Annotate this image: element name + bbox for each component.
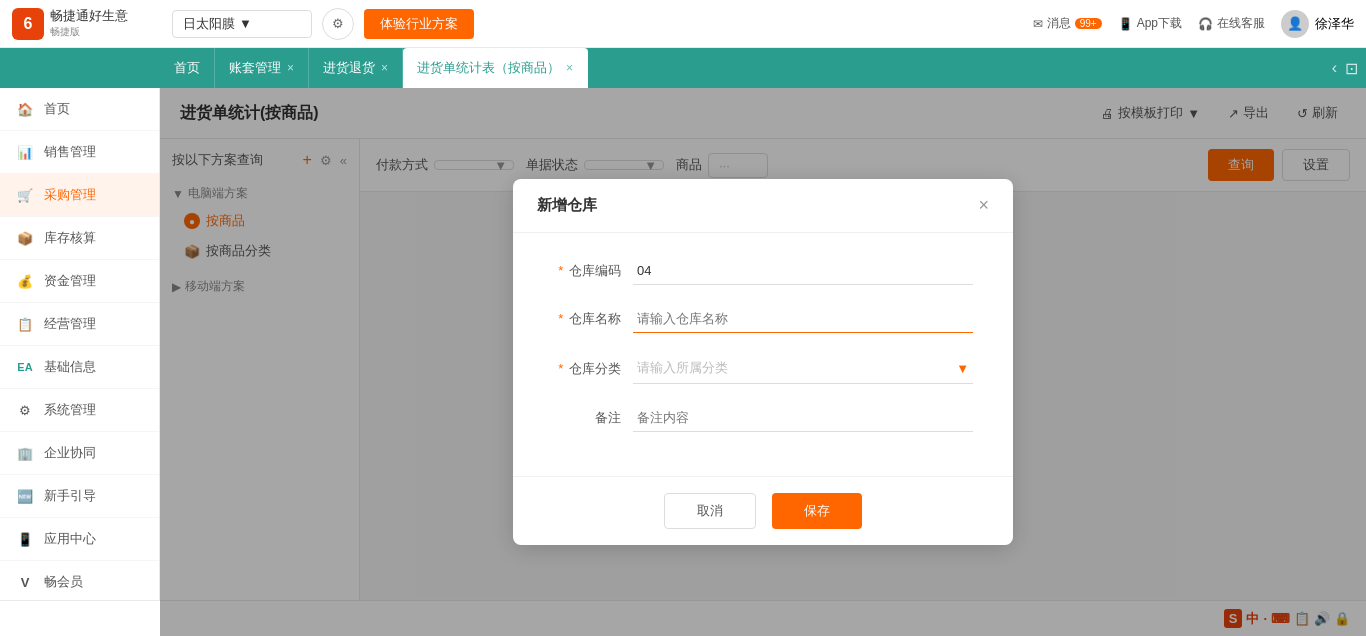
modal-field-code: * 仓库编码 <box>553 257 973 285</box>
app-sub: 畅捷版 <box>50 25 128 39</box>
modal-new-warehouse: 新增仓库 × * 仓库编码 * <box>513 179 1013 545</box>
modal-footer: 取消 保存 <box>513 476 1013 545</box>
sidebar-item-finance[interactable]: 💰 资金管理 <box>0 260 159 303</box>
sidebar-item-purchase[interactable]: 🛒 采购管理 <box>0 174 159 217</box>
main-layout: 🏠 首页 📊 销售管理 🛒 采购管理 📦 库存核算 💰 资金管理 📋 经营管理 … <box>0 88 1366 636</box>
tab-bar-actions: ‹ ⊡ <box>1332 59 1366 78</box>
store-selector[interactable]: 日太阳膜 ▼ <box>172 10 312 38</box>
warehouse-code-input[interactable] <box>633 257 973 285</box>
modal-label-name: * 仓库名称 <box>553 310 633 328</box>
online-service-label: 在线客服 <box>1217 15 1265 32</box>
inventory-icon: 📦 <box>16 229 34 247</box>
top-header: 6 畅捷通好生意 畅捷版 日太阳膜 ▼ ⚙ 体验行业方案 ✉ 消息 99+ 📱 … <box>0 0 1366 48</box>
modal-label-category: * 仓库分类 <box>553 360 633 378</box>
member-icon: V <box>16 573 34 591</box>
app-logo: 6 <box>12 8 44 40</box>
sidebar-label-finance: 资金管理 <box>44 272 96 290</box>
modal-header: 新增仓库 × <box>513 179 1013 233</box>
sidebar-item-basic-info[interactable]: EA 基础信息 <box>0 346 159 389</box>
chevron-down-icon: ▼ <box>239 16 252 31</box>
sidebar-label-enterprise: 企业协同 <box>44 444 96 462</box>
sidebar-label-operations: 经营管理 <box>44 315 96 333</box>
trial-button[interactable]: 体验行业方案 <box>364 9 474 39</box>
home-icon: 🏠 <box>16 100 34 118</box>
store-name: 日太阳膜 <box>183 15 235 33</box>
operations-icon: 📋 <box>16 315 34 333</box>
sidebar-item-home[interactable]: 🏠 首页 <box>0 88 159 131</box>
message-button[interactable]: ✉ 消息 99+ <box>1033 15 1102 32</box>
modal-field-remark: 备注 <box>553 404 973 432</box>
sidebar-item-enterprise[interactable]: 🏢 企业协同 <box>0 432 159 475</box>
modal-field-category: * 仓库分类 请输入所属分类 ▼ <box>553 353 973 384</box>
sidebar-item-inventory[interactable]: 📦 库存核算 <box>0 217 159 260</box>
sidebar-item-guide[interactable]: 🆕 新手引导 <box>0 475 159 518</box>
sidebar-item-system[interactable]: ⚙ 系统管理 <box>0 389 159 432</box>
modal-overlay: 新增仓库 × * 仓库编码 * <box>160 88 1366 636</box>
enterprise-icon: 🏢 <box>16 444 34 462</box>
save-button[interactable]: 保存 <box>772 493 862 529</box>
sidebar-label-inventory: 库存核算 <box>44 229 96 247</box>
warehouse-name-input[interactable] <box>633 305 973 333</box>
message-badge: 99+ <box>1075 18 1102 29</box>
modal-body: * 仓库编码 * 仓库名称 <box>513 233 1013 476</box>
tab-prev-icon[interactable]: ‹ <box>1332 59 1337 77</box>
tab-close-accounts[interactable]: × <box>287 61 294 75</box>
modal-close-button[interactable]: × <box>978 195 989 216</box>
sidebar-item-sales[interactable]: 📊 销售管理 <box>0 131 159 174</box>
finance-icon: 💰 <box>16 272 34 290</box>
apps-icon: 📱 <box>16 530 34 548</box>
sidebar-label-basic-info: 基础信息 <box>44 358 96 376</box>
app-download-label: App下载 <box>1137 15 1182 32</box>
modal-label-remark: 备注 <box>553 409 633 427</box>
tab-home[interactable]: 首页 <box>160 48 215 88</box>
sidebar-label-sales: 销售管理 <box>44 143 96 161</box>
logo-area: 6 畅捷通好生意 畅捷版 <box>12 8 162 40</box>
sales-icon: 📊 <box>16 143 34 161</box>
avatar: 👤 <box>1281 10 1309 38</box>
sidebar-label-home: 首页 <box>44 100 70 118</box>
warehouse-category-select[interactable]: 请输入所属分类 ▼ <box>633 353 973 384</box>
user-name: 徐泽华 <box>1315 15 1354 33</box>
message-label: 消息 <box>1047 15 1071 32</box>
tab-purchase-stats[interactable]: 进货单统计表（按商品） × <box>403 48 588 88</box>
app-download-button[interactable]: 📱 App下载 <box>1118 15 1182 32</box>
modal-title: 新增仓库 <box>537 196 597 215</box>
phone-icon: 📱 <box>1118 17 1133 31</box>
message-icon: ✉ <box>1033 17 1043 31</box>
tab-bar: 首页 账套管理 × 进货退货 × 进货单统计表（按商品） × ‹ ⊡ <box>0 48 1366 88</box>
headset-icon: 🎧 <box>1198 17 1213 31</box>
tab-close-purchase-stats[interactable]: × <box>566 61 573 75</box>
app-name: 畅捷通好生意 <box>50 8 128 25</box>
tab-close-purchase-return[interactable]: × <box>381 61 388 75</box>
sidebar-item-operations[interactable]: 📋 经营管理 <box>0 303 159 346</box>
category-dropdown-icon: ▼ <box>956 361 969 376</box>
modal-field-name: * 仓库名称 <box>553 305 973 333</box>
system-icon: ⚙ <box>16 401 34 419</box>
category-placeholder: 请输入所属分类 <box>637 359 728 377</box>
guide-icon: 🆕 <box>16 487 34 505</box>
online-service-button[interactable]: 🎧 在线客服 <box>1198 15 1265 32</box>
cancel-button[interactable]: 取消 <box>664 493 756 529</box>
sidebar-item-member[interactable]: V 畅会员 <box>0 561 159 604</box>
sidebar: 🏠 首页 📊 销售管理 🛒 采购管理 📦 库存核算 💰 资金管理 📋 经营管理 … <box>0 88 160 636</box>
purchase-icon: 🛒 <box>16 186 34 204</box>
basic-info-icon: EA <box>16 358 34 376</box>
content-area: 进货单统计(按商品) 🖨 按模板打印 ▼ ↗ 导出 ↺ 刷新 <box>160 88 1366 636</box>
user-avatar-area[interactable]: 👤 徐泽华 <box>1281 10 1354 38</box>
sidebar-label-system: 系统管理 <box>44 401 96 419</box>
sidebar-label-guide: 新手引导 <box>44 487 96 505</box>
sidebar-item-apps[interactable]: 📱 应用中心 <box>0 518 159 561</box>
remark-input[interactable] <box>633 404 973 432</box>
sidebar-label-purchase: 采购管理 <box>44 186 96 204</box>
gear-icon: ⚙ <box>332 16 344 31</box>
tab-next-icon[interactable]: ⊡ <box>1345 59 1358 78</box>
sidebar-label-apps: 应用中心 <box>44 530 96 548</box>
tab-accounts[interactable]: 账套管理 × <box>215 48 309 88</box>
tab-purchase-return[interactable]: 进货退货 × <box>309 48 403 88</box>
modal-label-code: * 仓库编码 <box>553 262 633 280</box>
header-right: ✉ 消息 99+ 📱 App下载 🎧 在线客服 👤 徐泽华 <box>1033 10 1354 38</box>
sidebar-label-member: 畅会员 <box>44 573 83 591</box>
settings-button[interactable]: ⚙ <box>322 8 354 40</box>
